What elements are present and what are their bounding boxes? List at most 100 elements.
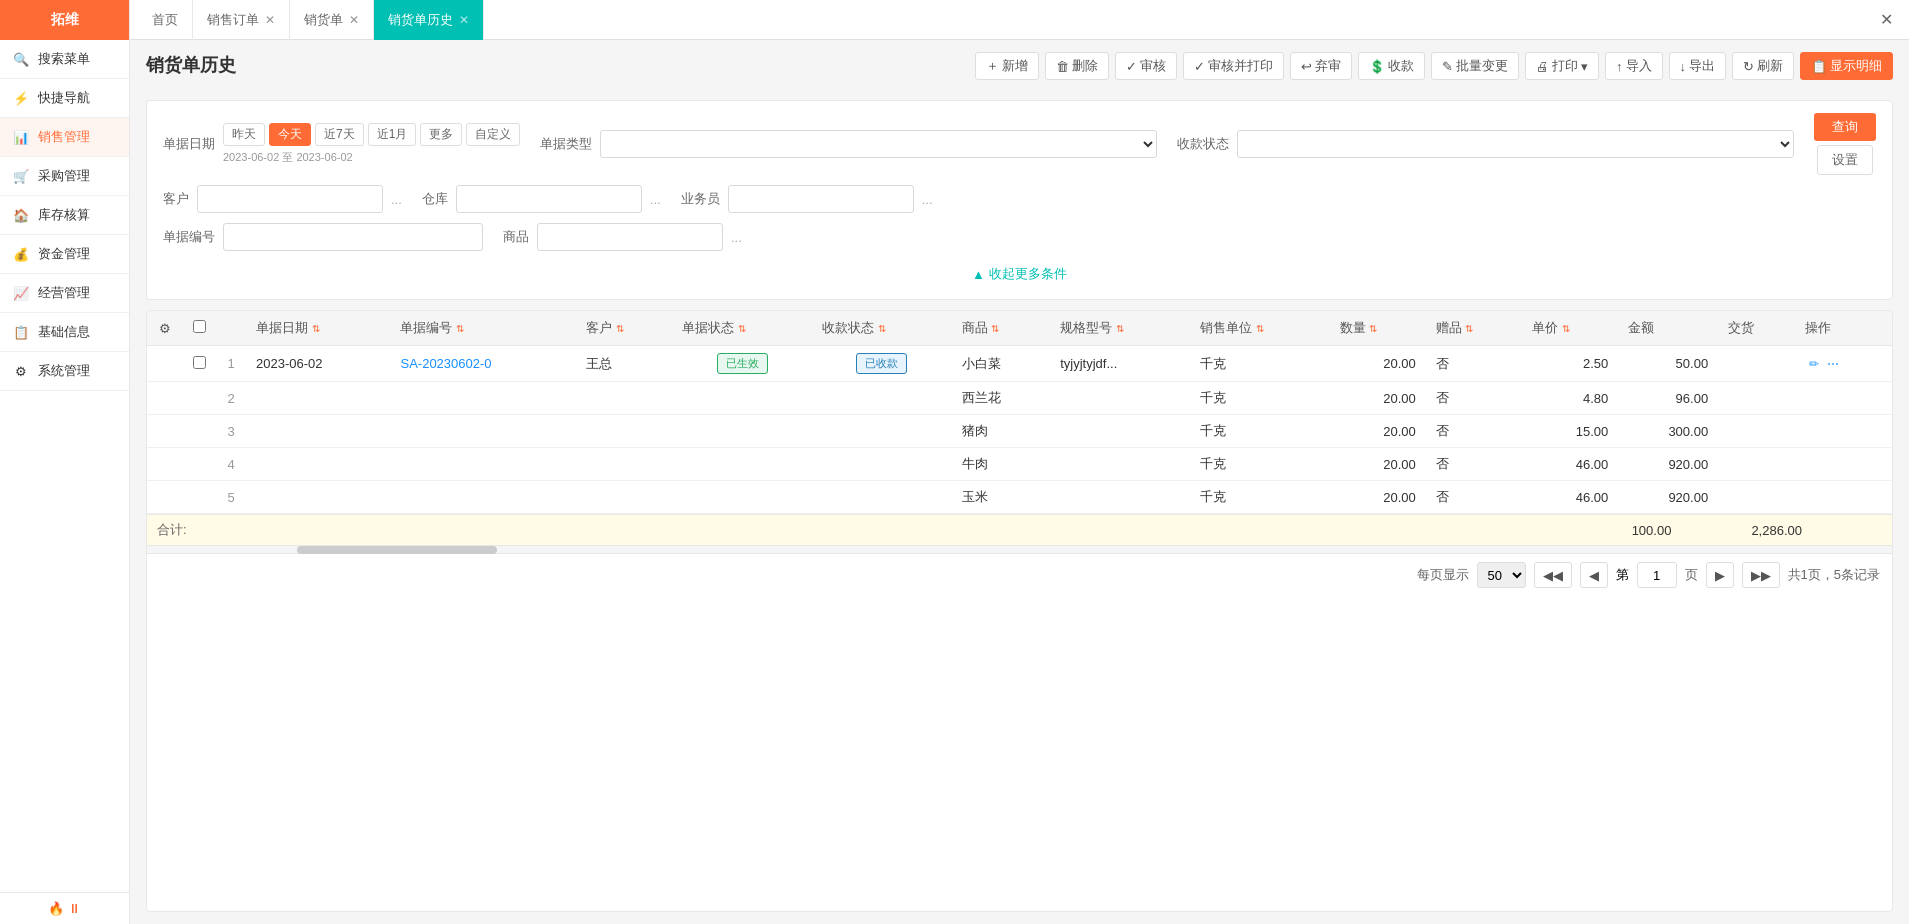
sidebar-item-system[interactable]: ⚙ 系统管理	[0, 352, 129, 391]
first-page-btn[interactable]: ◀◀	[1534, 562, 1572, 588]
th-goods[interactable]: 商品 ⇅	[952, 311, 1051, 346]
new-button[interactable]: ＋ 新增	[975, 52, 1039, 80]
delete-button[interactable]: 🗑 删除	[1045, 52, 1109, 80]
th-doc-status[interactable]: 单据状态 ⇅	[672, 311, 812, 346]
th-amount-label: 金额	[1628, 320, 1654, 335]
collapse-sidebar-btn[interactable]: 🔥 ⏸	[0, 893, 129, 924]
scrollbar-thumb[interactable]	[297, 546, 497, 554]
row-checkbox[interactable]	[183, 346, 216, 382]
row-doc-no[interactable]: SA-20230602-0	[390, 346, 576, 382]
tab-sales-order-close[interactable]: ✕	[265, 13, 275, 27]
tab-sales-goods-close[interactable]: ✕	[349, 13, 359, 27]
sidebar-item-finance[interactable]: 💰 资金管理	[0, 235, 129, 274]
customer-ellipsis[interactable]: ...	[391, 192, 402, 207]
tab-home[interactable]: 首页	[138, 0, 193, 40]
last-page-btn[interactable]: ▶▶	[1742, 562, 1780, 588]
row-checkbox[interactable]	[183, 481, 216, 514]
sidebar-item-search[interactable]: 🔍 搜索菜单	[0, 40, 129, 79]
next-page-btn[interactable]: ▶	[1706, 562, 1734, 588]
tab-sales-history[interactable]: 销货单历史 ✕	[374, 0, 484, 40]
row-customer	[576, 382, 672, 415]
prev-page-btn[interactable]: ◀	[1580, 562, 1608, 588]
tab-sales-history-close[interactable]: ✕	[459, 13, 469, 27]
import-icon: ↑	[1616, 59, 1623, 74]
sidebar-item-operations[interactable]: 📈 经营管理	[0, 274, 129, 313]
th-gift[interactable]: 赠品 ⇅	[1426, 311, 1522, 346]
row-checkbox[interactable]	[183, 448, 216, 481]
audit-print-button[interactable]: ✓ 审核并打印	[1183, 52, 1284, 80]
main-area: 首页 销售订单 ✕ 销货单 ✕ 销货单历史 ✕ ✕ 销货单历史 ＋ 新增	[130, 0, 1909, 924]
collect-button[interactable]: 💲 收款	[1358, 52, 1425, 80]
date-1month-btn[interactable]: 近1月	[368, 123, 417, 146]
doc-no-input[interactable]	[223, 223, 483, 251]
customer-filter: 客户 ...	[163, 185, 402, 213]
row-checkbox[interactable]	[183, 382, 216, 415]
select-all-checkbox[interactable]	[193, 320, 206, 333]
sidebar-item-sales[interactable]: 📊 销售管理	[0, 118, 129, 157]
row-checkbox[interactable]	[183, 415, 216, 448]
th-date[interactable]: 单据日期 ⇅	[246, 311, 390, 346]
set-button[interactable]: 设置	[1817, 145, 1873, 175]
doc-type-label: 单据类型	[540, 135, 592, 153]
date-more-btn[interactable]: 更多	[420, 123, 462, 146]
tab-sales-order[interactable]: 销售订单 ✕	[193, 0, 290, 40]
sidebar-item-label: 资金管理	[38, 245, 90, 263]
show-detail-button[interactable]: 📋 显示明细	[1800, 52, 1893, 80]
warehouse-ellipsis[interactable]: ...	[650, 192, 661, 207]
th-gear[interactable]: ⚙	[147, 311, 183, 346]
row-qty: 20.00	[1330, 346, 1426, 382]
abandon-button[interactable]: ↩ 弃审	[1290, 52, 1352, 80]
close-all-tabs-btn[interactable]: ✕	[1872, 10, 1901, 29]
audit-button[interactable]: ✓ 审核	[1115, 52, 1177, 80]
edit-action[interactable]: ✏	[1809, 357, 1819, 371]
th-qty[interactable]: 数量 ⇅	[1330, 311, 1426, 346]
row-delivery	[1718, 382, 1795, 415]
th-payment-status[interactable]: 收款状态 ⇅	[812, 311, 952, 346]
th-customer[interactable]: 客户 ⇅	[576, 311, 672, 346]
goods-input[interactable]	[537, 223, 723, 251]
date-label: 单据日期	[163, 135, 215, 153]
export-button[interactable]: ↓ 导出	[1669, 52, 1727, 80]
th-spec[interactable]: 规格型号 ⇅	[1050, 311, 1190, 346]
row-qty: 20.00	[1330, 382, 1426, 415]
more-action[interactable]: ⋯	[1827, 357, 1839, 371]
query-button[interactable]: 查询	[1814, 113, 1876, 141]
warehouse-input[interactable]	[456, 185, 642, 213]
import-button[interactable]: ↑ 导入	[1605, 52, 1663, 80]
page-number-input[interactable]	[1637, 562, 1677, 588]
date-custom-btn[interactable]: 自定义	[466, 123, 520, 146]
summary-values: 100.00 2,286.00	[207, 523, 1882, 538]
doc-type-select[interactable]	[600, 130, 1157, 158]
batch-change-button[interactable]: ✎ 批量变更	[1431, 52, 1519, 80]
doc-no-filter: 单据编号	[163, 223, 483, 251]
page-title: 销货单历史	[146, 53, 236, 77]
sidebar-item-basic[interactable]: 📋 基础信息	[0, 313, 129, 352]
th-spec-label: 规格型号	[1060, 320, 1112, 335]
sidebar-item-inventory[interactable]: 🏠 库存核算	[0, 196, 129, 235]
th-doc-no[interactable]: 单据编号 ⇅	[390, 311, 576, 346]
tab-sales-goods[interactable]: 销货单 ✕	[290, 0, 374, 40]
th-price[interactable]: 单价 ⇅	[1522, 311, 1618, 346]
tab-bar: 首页 销售订单 ✕ 销货单 ✕ 销货单历史 ✕ ✕	[130, 0, 1909, 40]
date-today-btn[interactable]: 今天	[269, 123, 311, 146]
refresh-button[interactable]: ↻ 刷新	[1732, 52, 1794, 80]
sidebar-item-label: 库存核算	[38, 206, 90, 224]
row-index: 3	[216, 415, 246, 448]
summary-amount: 2,286.00	[1751, 523, 1882, 538]
date-yesterday-btn[interactable]: 昨天	[223, 123, 265, 146]
date-7days-btn[interactable]: 近7天	[315, 123, 364, 146]
salesperson-ellipsis[interactable]: ...	[922, 192, 933, 207]
collapse-filter-btn[interactable]: ▲ 收起更多条件	[163, 261, 1876, 287]
goods-filter: 商品 ...	[503, 223, 742, 251]
salesperson-input[interactable]	[728, 185, 914, 213]
print-button[interactable]: 🖨 打印 ▾	[1525, 52, 1599, 80]
goods-ellipsis[interactable]: ...	[731, 230, 742, 245]
payment-status-select[interactable]	[1237, 130, 1794, 158]
sidebar-item-quicknav[interactable]: ⚡ 快捷导航	[0, 79, 129, 118]
th-unit[interactable]: 销售单位 ⇅	[1190, 311, 1330, 346]
pause-icon: ⏸	[68, 901, 81, 916]
payment-status-sort-icon: ⇅	[878, 323, 886, 334]
sidebar-item-purchase[interactable]: 🛒 采购管理	[0, 157, 129, 196]
customer-input[interactable]	[197, 185, 383, 213]
per-page-select[interactable]: 50	[1477, 562, 1526, 588]
